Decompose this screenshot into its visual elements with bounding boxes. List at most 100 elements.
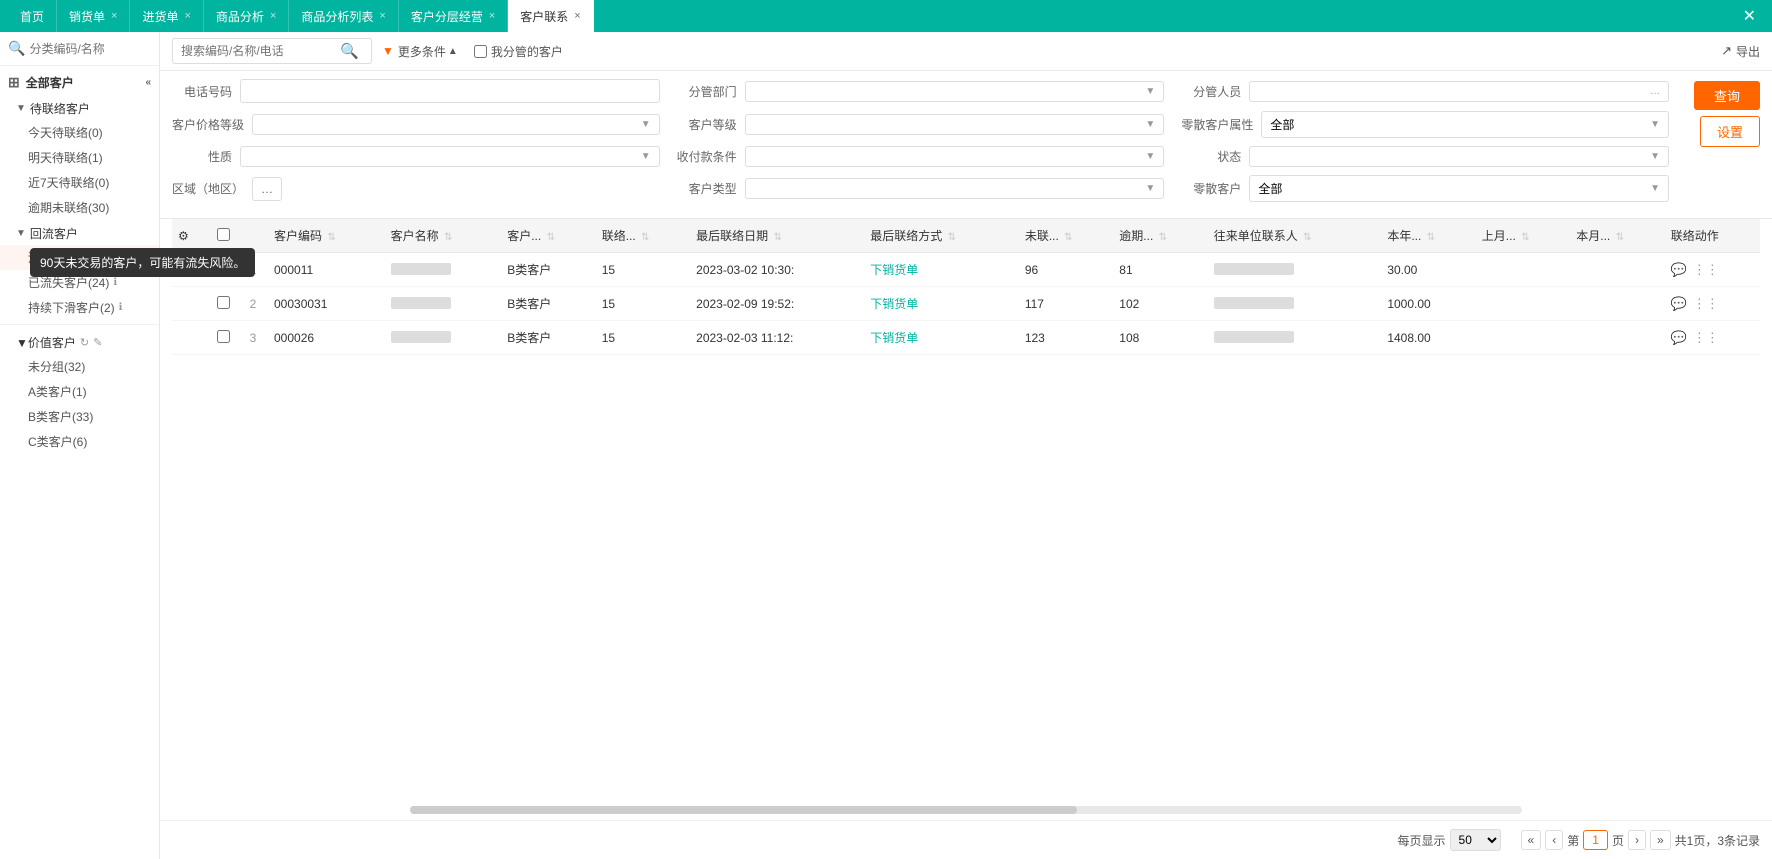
action-more-2[interactable]: ⋮⋮ xyxy=(1693,330,1719,346)
col-last-month[interactable]: 上月... ⇅ xyxy=(1476,219,1570,253)
scroll-thumb[interactable] xyxy=(410,806,1077,814)
nav-product-list[interactable]: 商品分析列表 × xyxy=(289,0,398,32)
row-last-method-1[interactable]: 下销货单 xyxy=(864,287,1019,321)
sidebar-search-input[interactable] xyxy=(29,42,160,56)
sidebar-overdue[interactable]: 逾期未联络(30) xyxy=(0,195,159,220)
status-select[interactable]: ▼ xyxy=(1249,146,1669,167)
next-page-button[interactable]: › xyxy=(1628,830,1646,850)
last-page-button[interactable]: » xyxy=(1650,830,1671,850)
sidebar-b-class[interactable]: B类客户(33) xyxy=(0,404,159,429)
col-checkbox[interactable] xyxy=(208,219,238,253)
col-last-date[interactable]: 最后联络日期 ⇅ xyxy=(690,219,864,253)
area-ellipsis-btn[interactable]: … xyxy=(252,177,282,201)
nav-product-analysis-close[interactable]: × xyxy=(270,10,276,22)
row-this-month-0 xyxy=(1570,253,1664,287)
search-button[interactable]: 🔍 xyxy=(340,42,359,60)
horizontal-scrollbar[interactable] xyxy=(160,800,1772,820)
row-last-method-2[interactable]: 下销货单 xyxy=(864,321,1019,355)
col-last-method[interactable]: 最后联络方式 ⇅ xyxy=(864,219,1019,253)
row-checkbox-2[interactable] xyxy=(208,321,238,355)
area-field: 区域（地区） … xyxy=(172,177,660,201)
sidebar-churn-warning[interactable]: 流失预警客户(3) ⚠ xyxy=(0,245,159,270)
dept-select[interactable]: ▼ xyxy=(745,81,1165,102)
edit-icon[interactable]: ✎ xyxy=(93,336,102,349)
nav-sales-close[interactable]: × xyxy=(111,10,117,22)
nav-purchase-close[interactable]: × xyxy=(184,10,190,22)
pagination-bar: 每页显示 50 100 200 « ‹ 第 1 页 › » 共1页，3条记录 xyxy=(160,820,1772,859)
window-close-button[interactable]: ✕ xyxy=(1735,6,1764,26)
action-chat-1[interactable]: 💬 xyxy=(1671,296,1687,312)
gender-select[interactable]: ▼ xyxy=(240,146,660,167)
col-settings[interactable]: ⚙ xyxy=(172,219,208,253)
col-this-year[interactable]: 本年... ⇅ xyxy=(1381,219,1475,253)
row-last-method-0[interactable]: 下销货单 xyxy=(864,253,1019,287)
retail-attr-select[interactable]: 全部 ▼ xyxy=(1261,111,1669,138)
row-checkbox-input-2[interactable] xyxy=(217,330,230,343)
person-field: 分管人员 … xyxy=(1181,81,1669,102)
more-conditions-btn[interactable]: ▼ 更多条件 ▲ xyxy=(382,43,458,60)
row-method-link-2[interactable]: 下销货单 xyxy=(870,331,918,345)
sidebar-continuous-down[interactable]: 持续下滑客户(2) ℹ xyxy=(0,295,159,320)
col-type[interactable]: 客户... ⇅ xyxy=(501,219,595,253)
setting-button[interactable]: 设置 xyxy=(1700,116,1760,147)
col-contact[interactable]: 联络... ⇅ xyxy=(596,219,690,253)
col-this-month[interactable]: 本月... ⇅ xyxy=(1570,219,1664,253)
my-customers-filter[interactable]: 我分管的客户 xyxy=(474,43,563,60)
nav-product-analysis[interactable]: 商品分析 × xyxy=(204,0,289,32)
dept-down-arrow: ▼ xyxy=(1145,86,1155,97)
row-checkbox-0[interactable] xyxy=(208,253,238,287)
nav-customer-contact[interactable]: 客户联系 × xyxy=(508,0,593,32)
nav-customer-tier[interactable]: 客户分层经营 × xyxy=(399,0,508,32)
my-customers-checkbox[interactable] xyxy=(474,45,487,58)
row-method-link-1[interactable]: 下销货单 xyxy=(870,297,918,311)
customer-level-select[interactable]: ▼ xyxy=(745,114,1165,135)
prev-page-button[interactable]: ‹ xyxy=(1545,830,1563,850)
pending-contact-group[interactable]: ▼ 待联络客户 xyxy=(0,95,159,120)
person-select[interactable]: … xyxy=(1249,81,1669,102)
row-checkbox-input-1[interactable] xyxy=(217,296,230,309)
nav-customer-contact-close[interactable]: × xyxy=(574,10,580,22)
row-method-link-0[interactable]: 下销货单 xyxy=(870,263,918,277)
query-button[interactable]: 查询 xyxy=(1694,81,1760,110)
action-more-1[interactable]: ⋮⋮ xyxy=(1693,296,1719,312)
row-checkbox-input-0[interactable] xyxy=(217,262,230,275)
sidebar-week[interactable]: 近7天待联络(0) xyxy=(0,170,159,195)
sidebar-c-class[interactable]: C类客户(6) xyxy=(0,429,159,454)
customer-type-select[interactable]: ▼ xyxy=(745,178,1165,199)
col-no-contact[interactable]: 未联... ⇅ xyxy=(1019,219,1113,253)
sidebar-today[interactable]: 今天待联络(0) xyxy=(0,120,159,145)
payment-select[interactable]: ▼ xyxy=(745,146,1165,167)
sidebar-all-customers[interactable]: ⊞ 全部客户 « xyxy=(0,66,159,95)
nav-home[interactable]: 首页 xyxy=(8,0,57,32)
nav-product-list-close[interactable]: × xyxy=(379,10,385,22)
col-unit-contact[interactable]: 往来单位联系人 ⇅ xyxy=(1208,219,1382,253)
action-chat-2[interactable]: 💬 xyxy=(1671,330,1687,346)
action-more-0[interactable]: ⋮⋮ xyxy=(1693,262,1719,278)
action-chat-0[interactable]: 💬 xyxy=(1671,262,1687,278)
phone-input[interactable] xyxy=(240,79,660,103)
col-overdue[interactable]: 逾期... ⇅ xyxy=(1113,219,1207,253)
nav-sales[interactable]: 销货单 × xyxy=(57,0,130,32)
sidebar-a-class[interactable]: A类客户(1) xyxy=(0,379,159,404)
lost-customer-group[interactable]: ▼ 回流客户 xyxy=(0,220,159,245)
search-input[interactable] xyxy=(181,44,336,58)
col-code[interactable]: 客户编码 ⇅ xyxy=(268,219,385,253)
valuable-customer-group[interactable]: ▼ 价值客户 ↻ ✎ xyxy=(0,329,159,354)
sidebar-unsorted[interactable]: 未分组(32) xyxy=(0,354,159,379)
retail-customer-select[interactable]: 全部 ▼ xyxy=(1249,175,1669,202)
nav-customer-contact-label: 客户联系 xyxy=(520,8,568,25)
first-page-button[interactable]: « xyxy=(1521,830,1542,850)
select-all-checkbox[interactable] xyxy=(217,228,230,241)
sidebar-already-lost[interactable]: 已流失客户(24) ℹ xyxy=(0,270,159,295)
nav-purchase[interactable]: 进货单 × xyxy=(130,0,203,32)
sidebar-tomorrow[interactable]: 明天待联络(1) xyxy=(0,145,159,170)
per-page-select[interactable]: 50 100 200 xyxy=(1450,829,1501,851)
refresh-icon[interactable]: ↻ xyxy=(80,336,89,349)
row-checkbox-1[interactable] xyxy=(208,287,238,321)
price-level-select[interactable]: ▼ xyxy=(252,114,660,135)
c-class-label: C类客户(6) xyxy=(28,433,87,450)
main-layout: 🔍 ⊞ 全部客户 « ▼ 待联络客户 今天待联络(0) 明天待联络(1) 近7天… xyxy=(0,32,1772,859)
export-button[interactable]: ↗ 导出 xyxy=(1721,43,1760,60)
col-name[interactable]: 客户名称 ⇅ xyxy=(385,219,502,253)
nav-customer-tier-close[interactable]: × xyxy=(489,10,495,22)
